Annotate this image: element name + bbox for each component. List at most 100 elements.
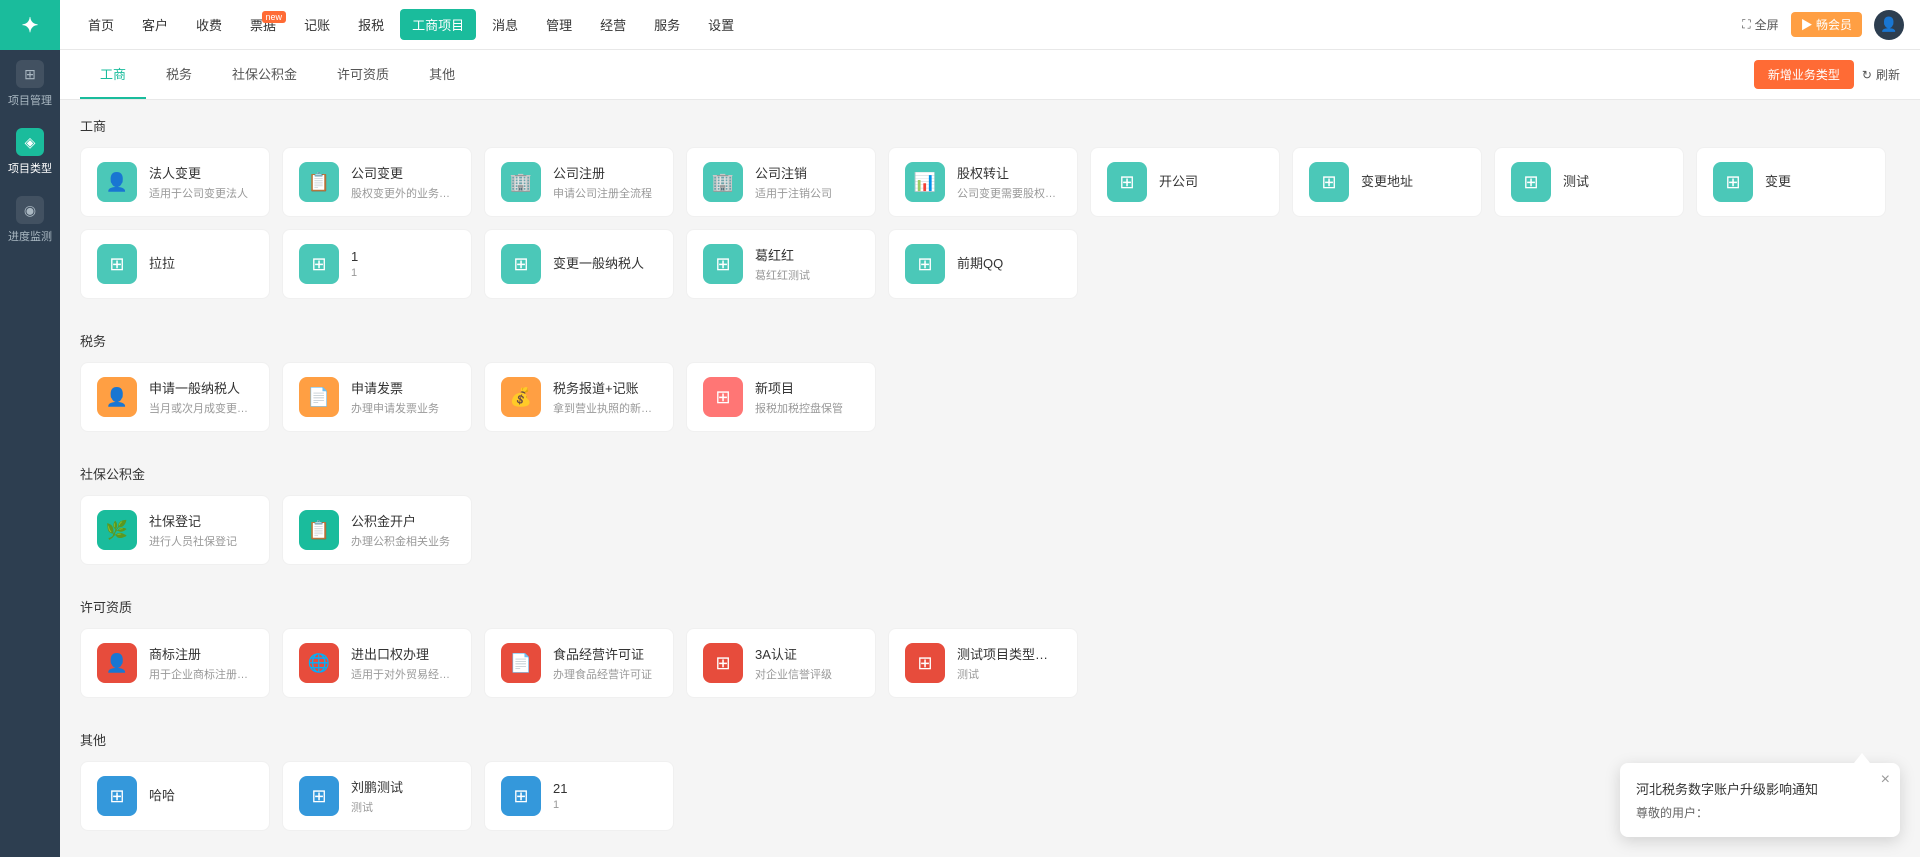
nav-right: ⛶ 全屏 ▶ 畅会员 👤 xyxy=(1742,10,1904,40)
card-company-cancel[interactable]: 🏢 公司注销 适用于注销公司 xyxy=(686,147,876,217)
notif-triangle xyxy=(1854,753,1870,763)
social-reg-icon: 🌿 xyxy=(97,510,137,550)
card-desc: 用于企业商标注册服务 xyxy=(149,666,253,682)
card-liupeng-test[interactable]: ⊞ 刘鹏测试 测试 xyxy=(282,761,472,831)
card-haha[interactable]: ⊞ 哈哈 xyxy=(80,761,270,831)
card-company-change[interactable]: 📋 公司变更 股权变更外的业务变更 xyxy=(282,147,472,217)
tax-section-title: 税务 xyxy=(80,331,1900,350)
card-social-reg[interactable]: 🌿 社保登记 进行人员社保登记 xyxy=(80,495,270,565)
test1-icon: ⊞ xyxy=(1511,162,1551,202)
card-title: 拉拉 xyxy=(149,253,253,272)
nav-ticket[interactable]: 票据 new xyxy=(238,9,288,40)
card-desc: 报税加税控盘保管 xyxy=(755,400,859,416)
tab-other[interactable]: 其他 xyxy=(409,50,475,99)
card-tax-reporting[interactable]: 💰 税务报道+记账 拿到营业执照的新公司 xyxy=(484,362,674,432)
card-change-taxpayer[interactable]: ⊞ 变更一般纳税人 xyxy=(484,229,674,299)
progress-icon: ◉ xyxy=(16,196,44,224)
card-title: 葛红红 xyxy=(755,245,859,264)
nav-billing[interactable]: 收费 xyxy=(184,9,234,40)
card-new-project[interactable]: ⊞ 新项目 报税加税控盘保管 xyxy=(686,362,876,432)
card-change1[interactable]: ⊞ 变更 xyxy=(1696,147,1886,217)
fullscreen-icon: ⛶ xyxy=(1742,17,1750,32)
notification-popup: × 河北税务数字账户升级影响通知 尊敬的用户： xyxy=(1620,763,1900,837)
card-desc: 股权变更外的业务变更 xyxy=(351,185,455,201)
open-company-icon: ⊞ xyxy=(1107,162,1147,202)
other-section-title: 其他 xyxy=(80,730,1900,749)
project-type-icon: ◈ xyxy=(16,128,44,156)
trademark-icon: 👤 xyxy=(97,643,137,683)
card-num1[interactable]: ⊞ 1 1 xyxy=(282,229,472,299)
tax-section: 税务 👤 申请一般纳税人 当月或次月成变更完成 📄 申请发票 办理申请发票业务 xyxy=(60,315,1920,448)
card-title: 公司注销 xyxy=(755,163,859,182)
fullscreen-button[interactable]: ⛶ 全屏 xyxy=(1742,16,1778,33)
nav-accounting[interactable]: 记账 xyxy=(292,9,342,40)
card-num21[interactable]: ⊞ 21 1 xyxy=(484,761,674,831)
nav-tax[interactable]: 报税 xyxy=(346,9,396,40)
num21-icon: ⊞ xyxy=(501,776,541,816)
card-qianqi-qq[interactable]: ⊞ 前期QQ xyxy=(888,229,1078,299)
tab-tax[interactable]: 税务 xyxy=(146,50,212,99)
nav-management[interactable]: 管理 xyxy=(534,9,584,40)
sidebar-item-progress[interactable]: ◉ 进度监测 xyxy=(0,186,60,254)
tab-industry[interactable]: 工商 xyxy=(80,50,146,99)
card-food-permit[interactable]: 📄 食品经营许可证 办理食品经营许可证 xyxy=(484,628,674,698)
lala-icon: ⊞ xyxy=(97,244,137,284)
card-desc: 办理食品经营许可证 xyxy=(553,666,657,682)
tab-bar-right: 新增业务类型 ↻ 刷新 xyxy=(1754,60,1900,89)
tax-reporting-icon: 💰 xyxy=(501,377,541,417)
card-title: 股权转让 xyxy=(957,163,1061,182)
card-apply-invoice[interactable]: 📄 申请发票 办理申请发票业务 xyxy=(282,362,472,432)
card-change-address[interactable]: ⊞ 变更地址 xyxy=(1292,147,1482,217)
card-title: 变更 xyxy=(1765,171,1869,190)
permit-cards-grid: 👤 商标注册 用于企业商标注册服务 🌐 进出口权办理 适用于对外贸易经营者 📄 xyxy=(80,628,1900,698)
card-desc: 适用于对外贸易经营者 xyxy=(351,666,455,682)
num1-icon: ⊞ xyxy=(299,244,339,284)
avatar[interactable]: 👤 xyxy=(1874,10,1904,40)
social-section-title: 社保公积金 xyxy=(80,464,1900,483)
company-reg-icon: 🏢 xyxy=(501,162,541,202)
card-apply-taxpayer[interactable]: 👤 申请一般纳税人 当月或次月成变更完成 xyxy=(80,362,270,432)
nav-client[interactable]: 客户 xyxy=(130,9,180,40)
add-type-button[interactable]: 新增业务类型 xyxy=(1754,60,1854,89)
vip-button[interactable]: ▶ 畅会员 xyxy=(1791,12,1862,37)
card-title: 测试 xyxy=(1563,171,1667,190)
card-title: 申请发票 xyxy=(351,378,455,397)
nav-industry[interactable]: 工商项目 xyxy=(400,9,476,40)
nav-home[interactable]: 首页 xyxy=(76,9,126,40)
card-desc: 对企业信誉评级 xyxy=(755,666,859,682)
card-import-export[interactable]: 🌐 进出口权办理 适用于对外贸易经营者 xyxy=(282,628,472,698)
card-desc: 当月或次月成变更完成 xyxy=(149,400,253,416)
nav-message[interactable]: 消息 xyxy=(480,9,530,40)
nav-settings[interactable]: 设置 xyxy=(696,9,746,40)
card-test1[interactable]: ⊞ 测试 xyxy=(1494,147,1684,217)
card-legal-change[interactable]: 👤 法人变更 适用于公司变更法人 xyxy=(80,147,270,217)
card-3a-cert[interactable]: ⊞ 3A认证 对企业信誉评级 xyxy=(686,628,876,698)
refresh-button[interactable]: ↻ 刷新 xyxy=(1862,66,1900,83)
sidebar-item-project-type[interactable]: ◈ 项目类型 xyxy=(0,118,60,186)
food-permit-icon: 📄 xyxy=(501,643,541,683)
card-gehonghong[interactable]: ⊞ 葛红红 葛红红测试 xyxy=(686,229,876,299)
sidebar-item-project-mgmt[interactable]: ⊞ 项目管理 xyxy=(0,50,60,118)
refresh-icon: ↻ xyxy=(1862,68,1872,82)
card-lala[interactable]: ⊞ 拉拉 xyxy=(80,229,270,299)
notification-close-button[interactable]: × xyxy=(1881,771,1890,789)
industry-cards-grid: 👤 法人变更 适用于公司变更法人 📋 公司变更 股权变更外的业务变更 xyxy=(80,147,1900,299)
nav-service[interactable]: 服务 xyxy=(642,9,692,40)
card-title: 哈哈 xyxy=(149,785,253,804)
card-desc: 申请公司注册全流程 xyxy=(553,185,657,201)
card-company-reg[interactable]: 🏢 公司注册 申请公司注册全流程 xyxy=(484,147,674,217)
card-open-company[interactable]: ⊞ 开公司 xyxy=(1090,147,1280,217)
haha-icon: ⊞ xyxy=(97,776,137,816)
sidebar-item-label: 项目类型 xyxy=(8,160,52,176)
card-title: 刘鹏测试 xyxy=(351,777,455,796)
change-address-icon: ⊞ xyxy=(1309,162,1349,202)
nav-operation[interactable]: 经营 xyxy=(588,9,638,40)
card-test-type[interactable]: ⊞ 测试项目类型目定义 测试 xyxy=(888,628,1078,698)
card-fund-open[interactable]: 📋 公积金开户 办理公积金相关业务 xyxy=(282,495,472,565)
fund-open-icon: 📋 xyxy=(299,510,339,550)
tab-social[interactable]: 社保公积金 xyxy=(212,50,317,99)
tab-permit[interactable]: 许可资质 xyxy=(317,50,409,99)
card-equity-transfer[interactable]: 📊 股权转让 公司变更需要股权转让 xyxy=(888,147,1078,217)
card-trademark[interactable]: 👤 商标注册 用于企业商标注册服务 xyxy=(80,628,270,698)
card-title: 进出口权办理 xyxy=(351,644,455,663)
